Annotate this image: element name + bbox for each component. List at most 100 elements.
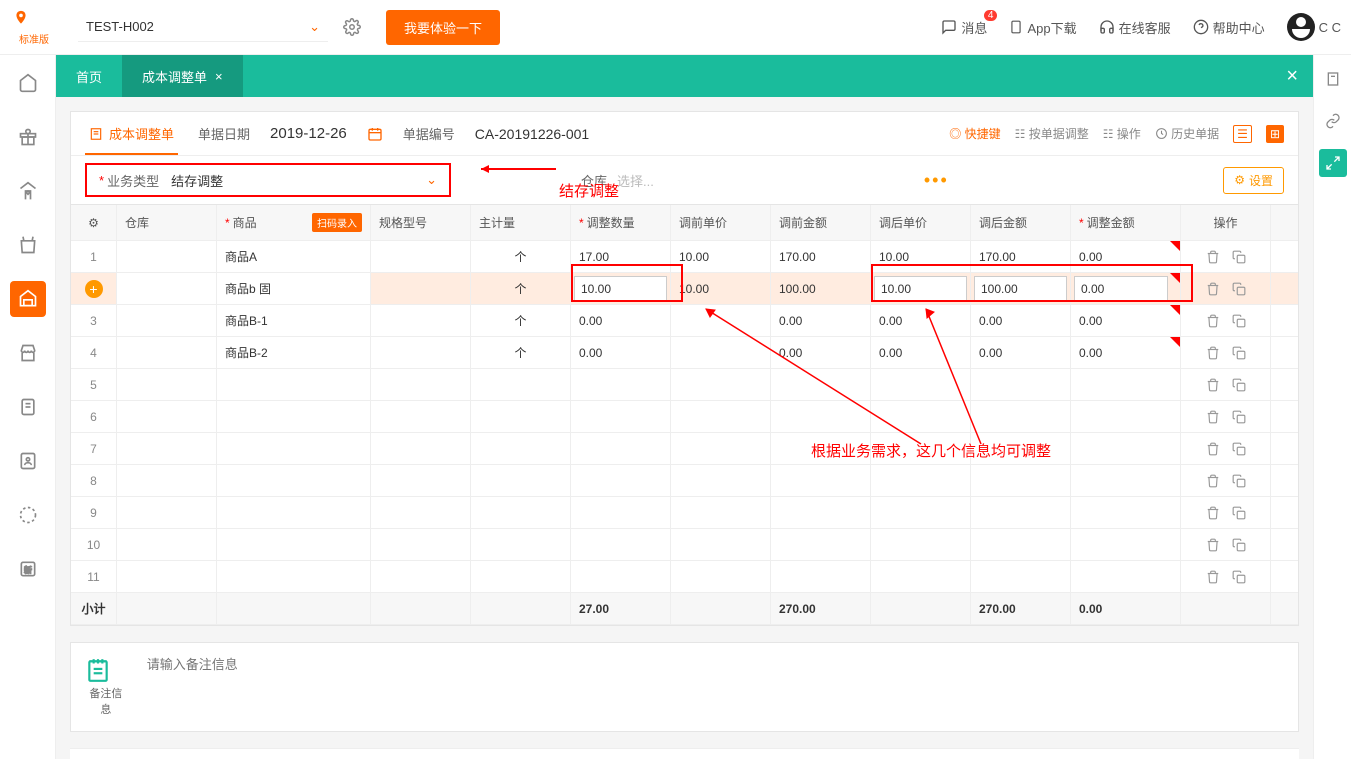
delete-icon[interactable] xyxy=(1206,250,1220,264)
history-link[interactable]: 历史单据 xyxy=(1155,125,1219,142)
calendar-icon[interactable] xyxy=(367,126,383,142)
close-icon[interactable]: × xyxy=(215,69,223,84)
cell-adj-amt[interactable]: 0.00 xyxy=(1071,305,1181,336)
cell-spec[interactable] xyxy=(371,241,471,272)
cell-spec[interactable] xyxy=(371,529,471,560)
cell-adj-amt[interactable] xyxy=(1071,433,1181,464)
cell-spec[interactable] xyxy=(371,465,471,496)
date-value[interactable]: 2019-12-26 xyxy=(270,125,347,142)
cell-product[interactable]: 商品B-1 xyxy=(217,305,371,336)
nav-warehouse-icon[interactable] xyxy=(10,281,46,317)
cell-product[interactable] xyxy=(217,465,371,496)
shortcut-link[interactable]: ◎ 快捷键 xyxy=(949,125,1000,142)
cell-product[interactable] xyxy=(217,433,371,464)
cell-after-price[interactable] xyxy=(871,561,971,592)
table-row[interactable]: 4商品B-2个0.000.000.000.000.00 xyxy=(71,337,1298,369)
cell-product[interactable] xyxy=(217,369,371,400)
table-row[interactable]: 7 xyxy=(71,433,1298,465)
cell-adj-qty[interactable] xyxy=(571,369,671,400)
cell-spec[interactable] xyxy=(371,401,471,432)
cell-spec[interactable] xyxy=(371,337,471,368)
add-row-icon[interactable]: + xyxy=(85,280,103,298)
cell-adj-qty[interactable]: 17.00 xyxy=(571,241,671,272)
cell-adj-amt[interactable] xyxy=(1071,465,1181,496)
copy-icon[interactable] xyxy=(1232,314,1246,328)
nav-upload-icon[interactable] xyxy=(10,173,46,209)
cell-warehouse[interactable] xyxy=(117,497,217,528)
remark-input[interactable] xyxy=(147,657,1284,672)
cell-spec[interactable] xyxy=(371,497,471,528)
cell-adj-amt[interactable] xyxy=(1071,529,1181,560)
delete-icon[interactable] xyxy=(1206,442,1220,456)
nav-gift-icon[interactable] xyxy=(10,119,46,155)
settings-button[interactable]: ⚙ 设置 xyxy=(1223,167,1284,194)
help-link[interactable]: 帮助中心 xyxy=(1193,18,1265,37)
cell-adj-qty[interactable]: 10.00 xyxy=(571,273,671,304)
copy-icon[interactable] xyxy=(1232,346,1246,360)
cell-adj-amt[interactable] xyxy=(1071,561,1181,592)
app-download-link[interactable]: App下载 xyxy=(1009,18,1076,37)
user-menu[interactable]: C C xyxy=(1287,13,1341,41)
cell-product[interactable] xyxy=(217,497,371,528)
delete-icon[interactable] xyxy=(1206,538,1220,552)
cell-spec[interactable] xyxy=(371,369,471,400)
doc-title-tab[interactable]: 成本调整单 xyxy=(85,124,178,155)
cell-warehouse[interactable] xyxy=(117,529,217,560)
cell-after-price[interactable] xyxy=(871,529,971,560)
table-row[interactable]: 9 xyxy=(71,497,1298,529)
cell-adj-qty[interactable] xyxy=(571,529,671,560)
tab-cost-adjust[interactable]: 成本调整单 × xyxy=(122,55,243,97)
cell-spec[interactable] xyxy=(371,561,471,592)
rail-expand-icon[interactable] xyxy=(1319,149,1347,177)
copy-icon[interactable] xyxy=(1232,250,1246,264)
delete-icon[interactable] xyxy=(1206,282,1220,296)
org-selector[interactable]: TEST-H002 ⌄ xyxy=(78,12,328,42)
nav-shop-icon[interactable] xyxy=(10,227,46,263)
cell-after-price[interactable] xyxy=(871,497,971,528)
table-row[interactable]: 1商品A个17.0010.00170.0010.00170.000.00 xyxy=(71,241,1298,273)
cell-warehouse[interactable] xyxy=(117,561,217,592)
scan-input-button[interactable]: 扫码录入 xyxy=(312,213,362,232)
cell-adj-amt[interactable] xyxy=(1071,369,1181,400)
cell-adj-qty[interactable] xyxy=(571,561,671,592)
tab-home[interactable]: 首页 xyxy=(56,55,122,97)
copy-icon[interactable] xyxy=(1232,378,1246,392)
by-doc-adjust-link[interactable]: ☷ 按单据调整 xyxy=(1015,125,1089,142)
cell-product[interactable]: 商品b 固 xyxy=(217,273,371,304)
operate-link[interactable]: ☷ 操作 xyxy=(1103,125,1141,142)
cell-spec[interactable] xyxy=(371,273,471,304)
table-row[interactable]: 5 xyxy=(71,369,1298,401)
cell-warehouse[interactable] xyxy=(117,401,217,432)
cell-adj-amt[interactable] xyxy=(1071,497,1181,528)
view-grid-icon[interactable]: ⊞ xyxy=(1266,125,1284,143)
nav-new-icon[interactable]: 新 xyxy=(10,551,46,587)
cell-product[interactable] xyxy=(217,529,371,560)
tabs-close-all-icon[interactable]: × xyxy=(1271,65,1313,88)
business-type-selector[interactable]: * 业务类型 结存调整 ⌄ xyxy=(85,163,451,197)
cell-after-price[interactable]: 10.00 xyxy=(871,241,971,272)
cell-warehouse[interactable] xyxy=(117,433,217,464)
table-row[interactable]: 11 xyxy=(71,561,1298,593)
cell-warehouse[interactable] xyxy=(117,369,217,400)
cell-after-amt[interactable]: 100.00 xyxy=(971,273,1071,304)
nav-loading-icon[interactable] xyxy=(10,497,46,533)
cell-product[interactable] xyxy=(217,561,371,592)
copy-icon[interactable] xyxy=(1232,474,1246,488)
table-row[interactable]: +商品b 固个10.0010.00100.0010.00100.000.00 xyxy=(71,273,1298,305)
cell-warehouse[interactable] xyxy=(117,337,217,368)
delete-icon[interactable] xyxy=(1206,506,1220,520)
cell-adj-amt[interactable] xyxy=(1071,401,1181,432)
copy-icon[interactable] xyxy=(1232,410,1246,424)
cell-after-amt[interactable] xyxy=(971,529,1071,560)
table-row[interactable]: 8 xyxy=(71,465,1298,497)
cell-adj-amt[interactable]: 0.00 xyxy=(1071,241,1181,272)
cell-adj-qty[interactable] xyxy=(571,433,671,464)
cell-after-amt[interactable] xyxy=(971,465,1071,496)
gear-icon[interactable] xyxy=(343,18,361,36)
cell-after-amt[interactable] xyxy=(971,497,1071,528)
cell-warehouse[interactable] xyxy=(117,273,217,304)
delete-icon[interactable] xyxy=(1206,314,1220,328)
nav-user-doc-icon[interactable] xyxy=(10,443,46,479)
rail-doc-icon[interactable] xyxy=(1319,65,1347,93)
delete-icon[interactable] xyxy=(1206,378,1220,392)
